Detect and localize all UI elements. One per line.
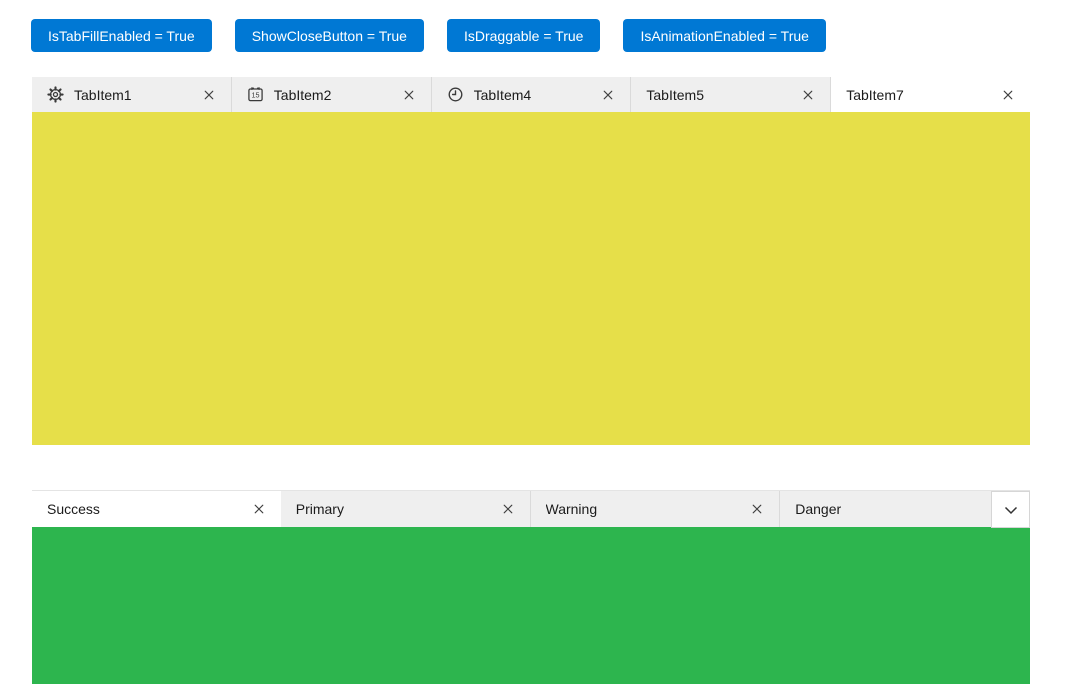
close-icon (402, 88, 416, 102)
close-icon (801, 88, 815, 102)
tab-item-tabitem4[interactable]: TabItem4 (431, 77, 632, 112)
tab-strip-2: Success Primary Warning Danger (32, 490, 1030, 528)
option-button-3[interactable]: IsAnimationEnabled = True (623, 19, 826, 52)
tab-item-success[interactable]: Success (32, 491, 281, 527)
option-button-0[interactable]: IsTabFillEnabled = True (31, 19, 212, 52)
close-tab-button[interactable] (200, 86, 218, 104)
tab-item-tabitem2[interactable]: 15 TabItem2 (231, 77, 432, 112)
tab-label: Primary (295, 501, 344, 517)
tab-control-1: TabItem1 15 TabItem2 TabItem4 TabItem5 TabIte… (32, 77, 1030, 445)
tab-strip-1: TabItem1 15 TabItem2 TabItem4 TabItem5 TabIte… (32, 77, 1030, 112)
svg-text:15: 15 (251, 91, 259, 100)
close-tab-button[interactable] (250, 500, 268, 518)
close-icon (202, 88, 216, 102)
tab-control-2: Success Primary Warning Danger (32, 490, 1030, 684)
close-icon (501, 502, 515, 516)
tab-label: TabItem4 (473, 86, 532, 103)
clock-icon (447, 86, 464, 103)
option-button-1[interactable]: ShowCloseButton = True (234, 19, 424, 52)
option-button-label: IsAnimationEnabled = True (640, 27, 809, 44)
calendar-icon: 15 (247, 86, 264, 103)
tab-item-tabitem1[interactable]: TabItem1 (32, 77, 232, 112)
close-icon (252, 502, 266, 516)
close-tab-button[interactable] (748, 500, 766, 518)
options-button-row: IsTabFillEnabled = True ShowCloseButton =… (31, 19, 826, 52)
option-button-label: IsDraggable = True (463, 27, 584, 44)
tab-label: Warning (545, 501, 598, 517)
option-button-label: ShowCloseButton = True (251, 27, 407, 44)
tab-label: TabItem7 (846, 86, 904, 103)
close-tab-button[interactable] (599, 86, 617, 104)
tab-label: Danger (795, 501, 842, 517)
tab-content-1 (32, 112, 1030, 445)
close-icon (1001, 88, 1015, 102)
app-window: IsTabFillEnabled = True ShowCloseButton =… (0, 0, 1068, 688)
tab-label: TabItem2 (273, 86, 332, 103)
chevron-down-icon (1002, 501, 1020, 519)
tab-item-tabitem7[interactable]: TabItem7 (831, 77, 1030, 112)
tab-item-warning[interactable]: Warning (530, 491, 781, 527)
tab-item-tabitem5[interactable]: TabItem5 (631, 77, 832, 112)
option-button-label: IsTabFillEnabled = True (48, 27, 195, 44)
tab-label: Success (47, 501, 100, 517)
tab-overflow-button[interactable] (991, 491, 1030, 528)
close-tab-button[interactable] (400, 86, 418, 104)
tab-content-2 (32, 527, 1030, 684)
close-tab-button[interactable] (799, 86, 817, 104)
option-button-2[interactable]: IsDraggable = True (446, 19, 601, 52)
close-icon (601, 88, 615, 102)
tab-item-primary[interactable]: Primary (280, 491, 531, 527)
close-tab-button[interactable] (999, 86, 1017, 104)
gear-icon (47, 86, 64, 103)
close-tab-button[interactable] (499, 500, 517, 518)
tab-label: TabItem5 (646, 86, 704, 103)
close-icon (750, 502, 764, 516)
tab-label: TabItem1 (74, 86, 132, 103)
